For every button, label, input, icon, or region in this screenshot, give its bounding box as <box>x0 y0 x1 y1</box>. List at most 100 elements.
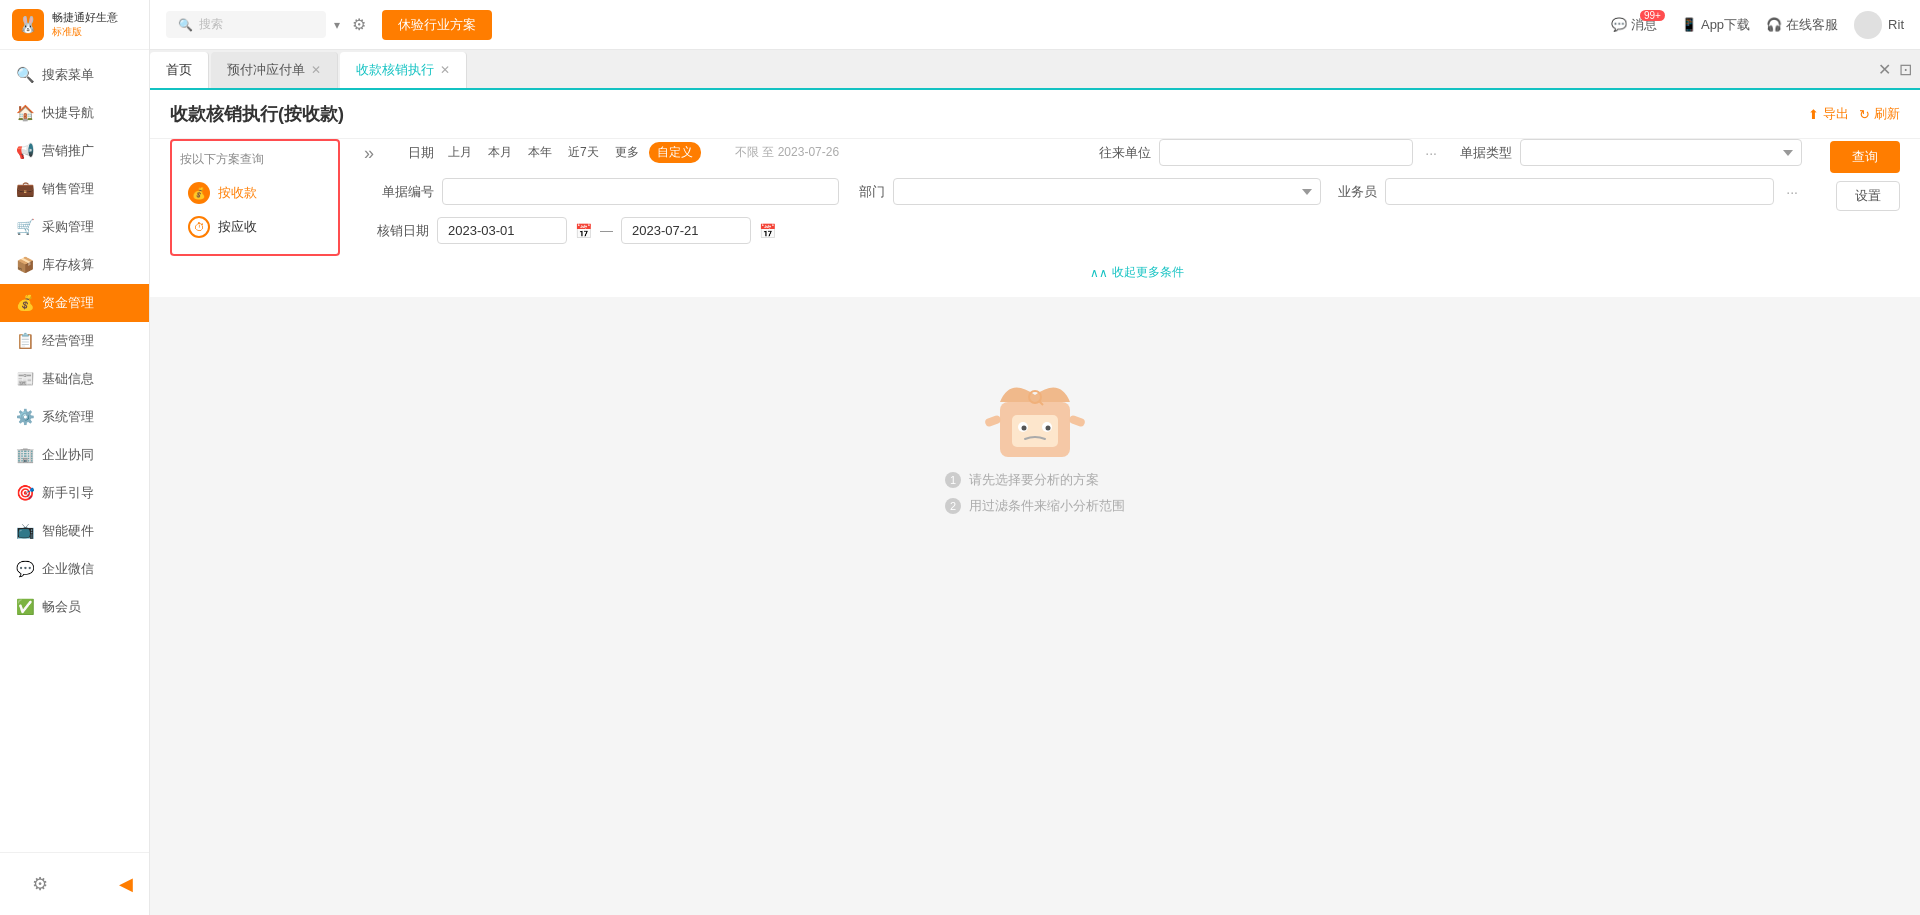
filter-panel: 按以下方案查询 💰 按收款 ⏱ 按应收 <box>170 139 340 256</box>
tab-collection-close[interactable]: ✕ <box>440 63 450 77</box>
sidebar: 🐰 畅捷通好生意 标准版 🔍搜索菜单🏠快捷导航📢营销推广💼销售管理🛒采购管理📦库… <box>0 0 150 915</box>
staff-input[interactable] <box>1385 178 1775 205</box>
date-7days-btn[interactable]: 近7天 <box>562 142 605 163</box>
message-icon: 💬 <box>1611 17 1627 32</box>
tab-home[interactable]: 首页 <box>150 52 209 88</box>
sidebar-item-basic[interactable]: 📰基础信息 <box>0 360 149 398</box>
filter-verify-date-field: 核销日期 📅 — 📅 <box>374 217 1802 244</box>
sidebar-item-label-search: 搜索菜单 <box>42 66 94 84</box>
business-icon: 📋 <box>16 332 34 350</box>
filter-panel-collapse-btn[interactable]: » <box>364 139 374 164</box>
filter-option-by-receipt[interactable]: 💰 按收款 <box>180 176 330 210</box>
sidebar-item-finance[interactable]: 💰资金管理 <box>0 284 149 322</box>
message-button[interactable]: 💬 消息 99+ <box>1611 16 1657 34</box>
filter-row-3: 核销日期 📅 — 📅 <box>374 217 1802 244</box>
verify-date-end-calendar-icon[interactable]: 📅 <box>759 223 776 239</box>
empty-illustration <box>970 357 1100 467</box>
verify-date-start-calendar-icon[interactable]: 📅 <box>575 223 592 239</box>
expand-icon[interactable]: ⊡ <box>1899 60 1912 79</box>
sidebar-item-search[interactable]: 🔍搜索菜单 <box>0 56 149 94</box>
collapse-more-btn[interactable]: ∧∧ 收起更多条件 <box>374 264 1900 281</box>
topbar: 🔍 搜索 ▾ ⚙ 休验行业方案 💬 消息 99+ 📱 App下载 🎧 在线客服 <box>150 0 1920 50</box>
settings-icon[interactable]: ⚙ <box>16 863 64 905</box>
filter-date-field: 日期 上月 本月 本年 近7天 更多 自定义 <box>374 142 719 163</box>
sidebar-item-system[interactable]: ⚙️系统管理 <box>0 398 149 436</box>
tab-prepay-label: 预付冲应付单 <box>227 61 305 79</box>
sidebar-item-purchase[interactable]: 🛒 采购管理 <box>0 208 149 246</box>
sidebar-item-label-business: 经营管理 <box>42 332 94 350</box>
date-dash: — <box>600 223 613 238</box>
topbar-gear-icon[interactable]: ⚙ <box>352 15 366 34</box>
sidebar-item-guide[interactable]: 🎯新手引导 <box>0 474 149 512</box>
verify-date-start-input[interactable] <box>437 217 567 244</box>
system-icon: ⚙️ <box>16 408 34 426</box>
refresh-button[interactable]: ↻ 刷新 <box>1859 105 1900 123</box>
sidebar-item-inventory[interactable]: 📦 库存核算 <box>0 246 149 284</box>
filter-option-by-receivable[interactable]: ⏱ 按应收 <box>180 210 330 244</box>
counterpart-input[interactable] <box>1159 139 1413 166</box>
filter-docno-field: 单据编号 <box>374 178 839 205</box>
receipt-option-icon: 💰 <box>188 182 210 204</box>
sidebar-item-wechat[interactable]: 💬企业微信 <box>0 550 149 588</box>
sidebar-item-hardware[interactable]: 📺智能硬件 <box>0 512 149 550</box>
docno-label: 单据编号 <box>374 183 434 201</box>
tab-home-label: 首页 <box>166 61 192 79</box>
tab-collection-label: 收款核销执行 <box>356 61 434 79</box>
sidebar-item-label-hardware: 智能硬件 <box>42 522 94 540</box>
verify-date-end-input[interactable] <box>621 217 751 244</box>
inventory-icon: 📦 <box>16 256 34 274</box>
avatar <box>1854 11 1882 39</box>
date-custom-btn[interactable]: 自定义 <box>649 142 701 163</box>
date-last-month-btn[interactable]: 上月 <box>442 142 478 163</box>
date-no-limit-text: 不限 至 2023-07-26 <box>735 144 839 161</box>
export-button[interactable]: ⬆ 导出 <box>1808 105 1849 123</box>
hint-item-1: 1 请先选择要分析的方案 <box>945 467 1125 493</box>
member-icon: ✅ <box>16 598 34 616</box>
sidebar-item-label-purchase: 采购管理 <box>42 218 94 236</box>
filter-option-receivable-label: 按应收 <box>218 218 257 236</box>
main-area: 🔍 搜索 ▾ ⚙ 休验行业方案 💬 消息 99+ 📱 App下载 🎧 在线客服 <box>150 0 1920 915</box>
date-this-month-btn[interactable]: 本月 <box>482 142 518 163</box>
tab-collection[interactable]: 收款核销执行 ✕ <box>340 52 467 88</box>
sidebar-item-business[interactable]: 📋 经营管理 <box>0 322 149 360</box>
sidebar-item-label-quick-nav: 快捷导航 <box>42 104 94 122</box>
docno-input[interactable] <box>442 178 839 205</box>
counterpart-dots-btn[interactable]: ··· <box>1421 140 1441 166</box>
collapse-sidebar-btn[interactable]: ◀ <box>119 873 133 895</box>
date-this-year-btn[interactable]: 本年 <box>522 142 558 163</box>
dept-select[interactable] <box>893 178 1320 205</box>
filter-row-2: 单据编号 部门 业务员 <box>374 178 1802 205</box>
sidebar-item-company[interactable]: 🏢企业协同 <box>0 436 149 474</box>
content-area: 收款核销执行(按收款) ⬆ 导出 ↻ 刷新 按以下方案查询 💰 <box>150 90 1920 915</box>
hint-text-2: 用过滤条件来缩小分析范围 <box>969 493 1125 519</box>
online-service-button[interactable]: 🎧 在线客服 <box>1766 16 1838 34</box>
query-button[interactable]: 查询 <box>1830 141 1900 173</box>
service-label: 在线客服 <box>1786 16 1838 34</box>
topbar-dropdown-icon[interactable]: ▾ <box>334 18 340 32</box>
date-more-btn[interactable]: 更多 <box>609 142 645 163</box>
empty-state: 1 请先选择要分析的方案 2 用过滤条件来缩小分析范围 <box>150 297 1920 559</box>
close-tab-icon[interactable]: ✕ <box>1878 60 1891 79</box>
sidebar-item-member[interactable]: ✅畅会员 <box>0 588 149 626</box>
sidebar-item-marketing[interactable]: 📢营销推广 <box>0 132 149 170</box>
purchase-icon: 🛒 <box>16 218 34 236</box>
app-download-button[interactable]: 📱 App下载 <box>1681 16 1750 34</box>
sidebar-item-sales[interactable]: 💼销售管理 <box>0 170 149 208</box>
industry-solution-button[interactable]: 休验行业方案 <box>382 10 492 40</box>
filter-doctype-field: 单据类型 <box>1457 139 1802 166</box>
tabbar-actions: ✕ ⊡ <box>1878 60 1912 79</box>
doctype-select[interactable] <box>1520 139 1802 166</box>
logo-icon: 🐰 <box>12 9 44 41</box>
tab-prepay-close[interactable]: ✕ <box>311 63 321 77</box>
settings-button[interactable]: 设置 <box>1836 181 1900 211</box>
sidebar-item-label-inventory: 库存核算 <box>42 256 94 274</box>
hint-num-1: 1 <box>945 472 961 488</box>
date-label: 日期 <box>374 144 434 162</box>
tab-prepay[interactable]: 预付冲应付单 ✕ <box>211 52 338 88</box>
user-area[interactable]: Rit <box>1854 11 1904 39</box>
date-buttons: 上月 本月 本年 近7天 更多 自定义 <box>442 142 701 163</box>
wechat-icon: 💬 <box>16 560 34 578</box>
sidebar-item-quick-nav[interactable]: 🏠快捷导航 <box>0 94 149 132</box>
staff-dots-btn[interactable]: ··· <box>1782 179 1802 205</box>
search-box[interactable]: 🔍 搜索 <box>166 11 326 38</box>
